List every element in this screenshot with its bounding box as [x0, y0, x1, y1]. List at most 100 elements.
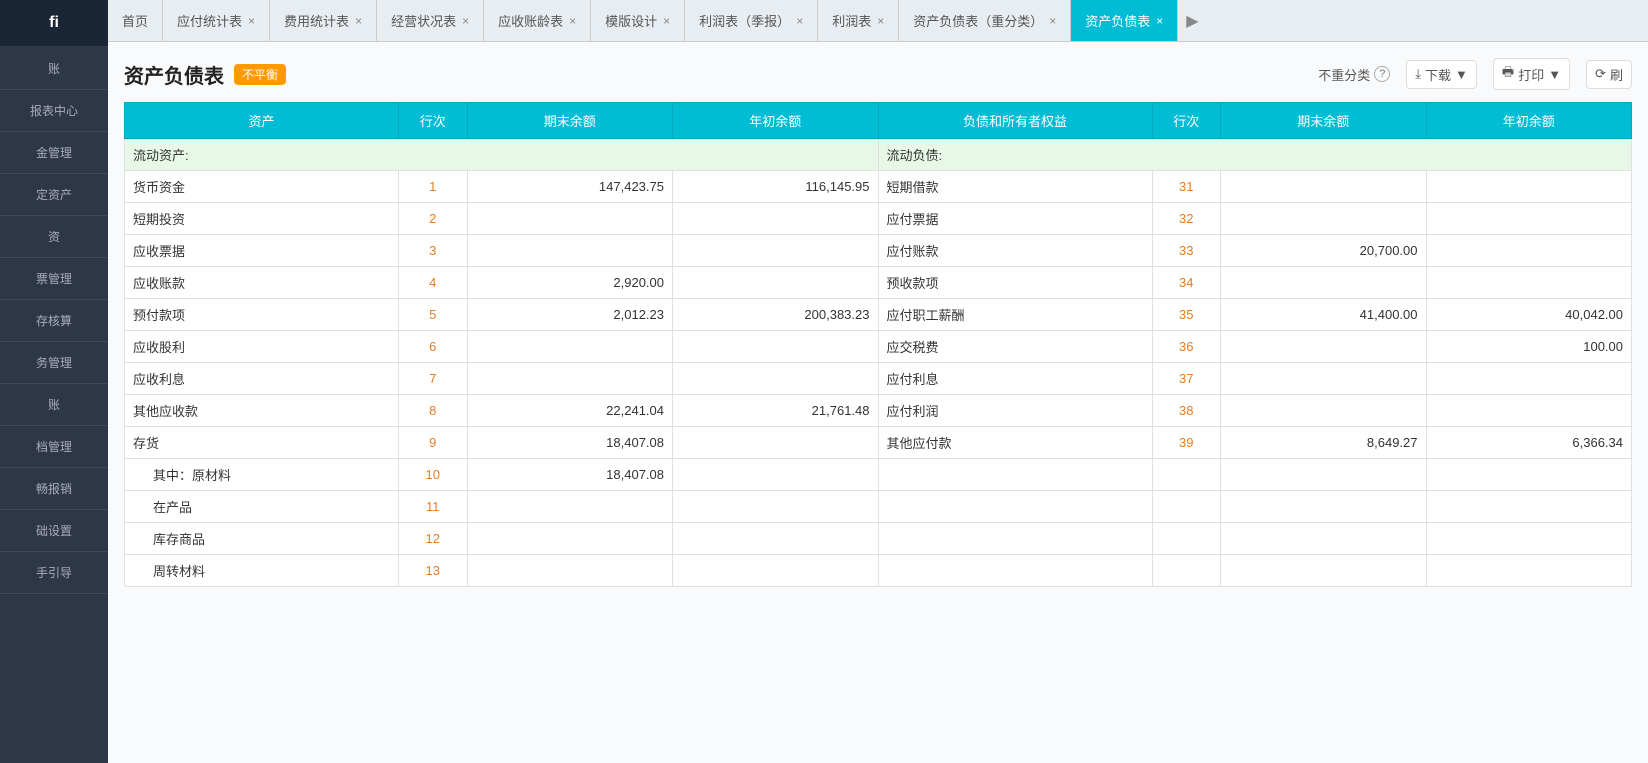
close-icon[interactable]: × [355, 15, 362, 27]
refresh-button[interactable]: ⟳ 刷 [1586, 60, 1632, 89]
left-row-num: 2 [399, 203, 468, 235]
right-row-num: 39 [1152, 427, 1221, 459]
right-row-num: 34 [1152, 267, 1221, 299]
left-begin-balance: 200,383.23 [673, 299, 879, 331]
download-button[interactable]: ⤓ 下载 ▼ [1406, 60, 1477, 89]
chevron-down-icon: ▼ [1548, 67, 1561, 82]
tab-label: 利润表（季报） [699, 11, 790, 30]
left-row-num: 10 [399, 459, 468, 491]
left-row-num: 7 [399, 363, 468, 395]
right-name: 应付职工薪酬 [878, 299, 1152, 331]
table-row: 应收票据 3 应付账款 33 20,700.00 [125, 235, 1632, 267]
close-icon[interactable]: × [462, 15, 469, 27]
left-name: 预付款项 [125, 299, 399, 331]
right-end-balance: 20,700.00 [1221, 235, 1427, 267]
refresh-icon: ⟳ [1595, 66, 1606, 82]
tab-费用统计表[interactable]: 费用统计表 × [270, 0, 377, 42]
left-begin-balance [673, 203, 879, 235]
right-row-num: 38 [1152, 395, 1221, 427]
sidebar-item-账[interactable]: 账 [0, 48, 108, 90]
left-end-balance [467, 491, 673, 523]
sidebar-item-畅报销[interactable]: 畅报销 [0, 468, 108, 510]
tab-首页[interactable]: 首页 [108, 0, 163, 42]
right-end-balance [1221, 203, 1427, 235]
left-begin-balance [673, 523, 879, 555]
tab-模版设计[interactable]: 模版设计 × [591, 0, 685, 42]
left-row-num: 12 [399, 523, 468, 555]
header-end-balance-right: 期末余额 [1221, 103, 1427, 139]
right-end-balance [1221, 523, 1427, 555]
right-row-num: 37 [1152, 363, 1221, 395]
tab-资产负债表重分类[interactable]: 资产负债表（重分类） × [899, 0, 1071, 42]
right-name: 应交税费 [878, 331, 1152, 363]
left-begin-balance [673, 459, 879, 491]
right-begin-balance [1426, 459, 1632, 491]
right-row-num: 31 [1152, 171, 1221, 203]
sidebar-item-金管理[interactable]: 金管理 [0, 132, 108, 174]
tab-label: 经营状况表 [391, 11, 456, 30]
table-row: 周转材料 13 [125, 555, 1632, 587]
table-row: 库存商品 12 [125, 523, 1632, 555]
tab-利润表[interactable]: 利润表 × [818, 0, 899, 42]
table-row: 应收账款 4 2,920.00 预收款项 34 [125, 267, 1632, 299]
right-name: 应付利息 [878, 363, 1152, 395]
tab-利润表季报[interactable]: 利润表（季报） × [685, 0, 818, 42]
sidebar-item-务管理[interactable]: 务管理 [0, 342, 108, 384]
print-button[interactable]: 🖶 打印 ▼ [1493, 58, 1570, 90]
close-icon[interactable]: × [663, 15, 670, 27]
sidebar-item-资[interactable]: 资 [0, 216, 108, 258]
tab-label: 模版设计 [605, 11, 657, 30]
tab-经营状况表[interactable]: 经营状况表 × [377, 0, 484, 42]
sidebar: fi 账 报表中心 金管理 定资产 资 票管理 存核算 务管理 账 档管理 畅报… [0, 0, 108, 763]
close-icon[interactable]: × [569, 15, 576, 27]
right-begin-balance [1426, 395, 1632, 427]
sidebar-item-定资产[interactable]: 定资产 [0, 174, 108, 216]
close-icon[interactable]: × [1156, 15, 1163, 27]
right-name [878, 459, 1152, 491]
no-reclassify-option[interactable]: 不重分类 ? [1318, 65, 1390, 84]
help-icon[interactable]: ? [1374, 66, 1390, 82]
left-end-balance [467, 203, 673, 235]
sidebar-item-手引导[interactable]: 手引导 [0, 552, 108, 594]
tab-应付统计表[interactable]: 应付统计表 × [163, 0, 270, 42]
left-name: 库存商品 [125, 523, 399, 555]
right-end-balance [1221, 555, 1427, 587]
refresh-label: 刷 [1610, 65, 1623, 84]
close-icon[interactable]: × [877, 15, 884, 27]
right-row-num [1152, 459, 1221, 491]
left-name: 货币资金 [125, 171, 399, 203]
left-begin-balance [673, 555, 879, 587]
right-row-num [1152, 491, 1221, 523]
left-begin-balance [673, 235, 879, 267]
table-row: 预付款项 5 2,012.23 200,383.23 应付职工薪酬 35 41,… [125, 299, 1632, 331]
table-row: 存货 9 18,407.08 其他应付款 39 8,649.27 6,366.3… [125, 427, 1632, 459]
header-begin-balance-left: 年初余额 [673, 103, 879, 139]
sidebar-item-票管理[interactable]: 票管理 [0, 258, 108, 300]
sidebar-item-账2[interactable]: 账 [0, 384, 108, 426]
close-icon[interactable]: × [796, 15, 803, 27]
tab-应收账龄表[interactable]: 应收账龄表 × [484, 0, 591, 42]
right-row-num: 32 [1152, 203, 1221, 235]
tab-资产负债表[interactable]: 资产负债表 × [1071, 0, 1178, 42]
tab-label: 费用统计表 [284, 11, 349, 30]
download-icon: ⤓ [1415, 66, 1421, 82]
main-content: 首页 应付统计表 × 费用统计表 × 经营状况表 × 应收账龄表 × 模版设计 … [108, 0, 1648, 763]
tab-label: 资产负债表（重分类） [913, 11, 1043, 30]
right-begin-balance [1426, 203, 1632, 235]
right-begin-balance: 40,042.00 [1426, 299, 1632, 331]
right-name: 应付票据 [878, 203, 1152, 235]
sidebar-item-存核算[interactable]: 存核算 [0, 300, 108, 342]
section-right: 流动负债: [878, 139, 1632, 171]
table-row: 其他应收款 8 22,241.04 21,761.48 应付利润 38 [125, 395, 1632, 427]
left-row-num: 5 [399, 299, 468, 331]
close-icon[interactable]: × [1049, 15, 1056, 27]
right-name: 应付账款 [878, 235, 1152, 267]
right-begin-balance [1426, 171, 1632, 203]
table-row: 货币资金 1 147,423.75 116,145.95 短期借款 31 [125, 171, 1632, 203]
tab-nav-arrow[interactable]: ▶ [1178, 11, 1206, 31]
sidebar-item-报表中心[interactable]: 报表中心 [0, 90, 108, 132]
left-name: 应收票据 [125, 235, 399, 267]
sidebar-item-档管理[interactable]: 档管理 [0, 426, 108, 468]
sidebar-item-础设置[interactable]: 础设置 [0, 510, 108, 552]
close-icon[interactable]: × [248, 15, 255, 27]
